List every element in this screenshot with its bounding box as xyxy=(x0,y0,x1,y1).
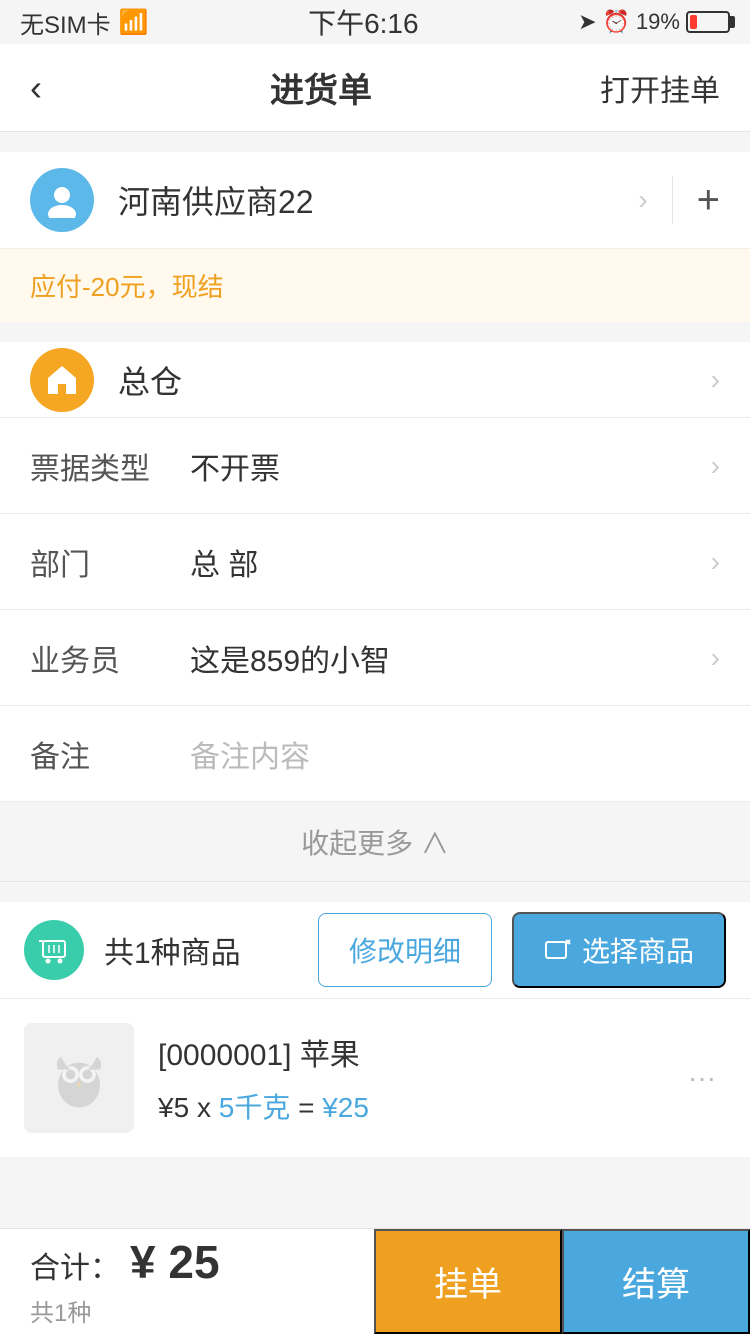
department-value: 总 部 xyxy=(170,540,711,584)
warehouse-row[interactable]: 总仓 › xyxy=(0,322,750,418)
select-product-icon xyxy=(544,936,572,964)
salesperson-label: 业务员 xyxy=(30,636,170,680)
remark-placeholder[interactable]: 备注内容 xyxy=(170,732,720,776)
status-right: ➤ ⏰ 19% xyxy=(578,9,730,35)
invoice-type-value: 不开票 xyxy=(170,444,711,488)
product-header: 共1种商品 修改明细 选择商品 xyxy=(0,902,750,998)
product-info: [0000001] 苹果 ¥5 x 5千克 = ¥25 xyxy=(158,1030,678,1126)
home-icon xyxy=(44,362,80,398)
invoice-type-row[interactable]: 票据类型 不开票 › xyxy=(0,418,750,514)
department-chevron-icon: › xyxy=(711,546,720,578)
total-label: 合计： xyxy=(30,1243,120,1287)
status-left: 无SIM卡 📶 xyxy=(20,5,149,40)
quantity: 5千克 xyxy=(219,1092,291,1123)
salesperson-row[interactable]: 业务员 这是859的小智 › xyxy=(0,610,750,706)
more-options-button[interactable]: ··· xyxy=(678,1052,726,1104)
supplier-name: 河南供应商22 xyxy=(118,177,638,223)
divider-1 xyxy=(0,132,750,152)
product-count-label: 共1种商品 xyxy=(104,928,318,972)
product-code: [0000001] xyxy=(158,1039,291,1072)
status-time: 下午6:16 xyxy=(308,2,419,42)
product-item: [0000001] 苹果 ¥5 x 5千克 = ¥25 ··· xyxy=(0,998,750,1157)
invoice-type-label: 票据类型 xyxy=(30,444,170,488)
price-separator: x xyxy=(197,1092,219,1123)
line-total: ¥25 xyxy=(322,1092,369,1123)
shopping-cart-icon xyxy=(37,933,71,967)
supplier-section: 河南供应商22 › + xyxy=(0,152,750,248)
supplier-avatar xyxy=(30,168,94,232)
add-supplier-button[interactable]: + xyxy=(697,178,720,223)
warehouse-name: 总仓 xyxy=(118,357,711,403)
status-bar: 无SIM卡 📶 下午6:16 ➤ ⏰ 19% xyxy=(0,0,750,44)
salesperson-value: 这是859的小智 xyxy=(170,636,711,680)
bottom-bar: 合计： ¥ 25 共1种 挂单 结算 xyxy=(0,1228,750,1334)
alarm-icon: ⏰ xyxy=(603,9,630,35)
checkout-button[interactable]: 结算 xyxy=(562,1229,750,1334)
user-icon xyxy=(44,182,80,218)
product-title: 苹果 xyxy=(300,1039,360,1072)
collapse-label: 收起更多 ∧ xyxy=(301,822,449,862)
location-icon: ➤ xyxy=(578,9,596,35)
cart-icon xyxy=(24,920,84,980)
notice-text: 应付-20元，现结 xyxy=(30,272,224,302)
nav-bar: ‹ 进货单 打开挂单 xyxy=(0,44,750,132)
invoice-chevron-icon: › xyxy=(711,450,720,482)
battery-percentage: 19% xyxy=(636,9,680,35)
warehouse-chevron-icon: › xyxy=(711,364,720,396)
open-hold-button[interactable]: 打开挂单 xyxy=(600,66,720,110)
product-price-row: ¥5 x 5千克 = ¥25 xyxy=(158,1086,678,1126)
remark-label: 备注 xyxy=(30,732,170,776)
product-thumbnail xyxy=(24,1023,134,1133)
supplier-chevron-icon: › xyxy=(638,184,647,216)
equals-sign: = xyxy=(298,1092,322,1123)
unit-price: ¥5 xyxy=(158,1092,189,1123)
collapse-row[interactable]: 收起更多 ∧ xyxy=(0,802,750,882)
salesperson-chevron-icon: › xyxy=(711,642,720,674)
back-button[interactable]: ‹ xyxy=(30,67,42,109)
hold-button[interactable]: 挂单 xyxy=(374,1229,562,1334)
remark-row[interactable]: 备注 备注内容 xyxy=(0,706,750,802)
warehouse-icon xyxy=(30,348,94,412)
owl-placeholder-icon xyxy=(44,1043,114,1113)
total-section: 合计： ¥ 25 共1种 xyxy=(0,1229,374,1334)
total-line: 合计： ¥ 25 xyxy=(30,1235,344,1289)
battery-icon xyxy=(686,11,730,33)
total-amount: ¥ 25 xyxy=(130,1235,220,1289)
notice-banner: 应付-20元，现结 xyxy=(0,248,750,322)
select-product-label: 选择商品 xyxy=(582,930,694,970)
modify-detail-button[interactable]: 修改明细 xyxy=(318,913,492,987)
department-row[interactable]: 部门 总 部 › xyxy=(0,514,750,610)
select-product-button[interactable]: 选择商品 xyxy=(512,912,726,988)
page-title: 进货单 xyxy=(270,63,372,112)
wifi-icon: 📶 xyxy=(119,8,149,37)
carrier-text: 无SIM卡 xyxy=(20,5,111,40)
department-label: 部门 xyxy=(30,540,170,584)
product-name: [0000001] 苹果 xyxy=(158,1030,678,1074)
total-sub: 共1种 xyxy=(30,1293,344,1328)
divider-v xyxy=(672,176,673,224)
